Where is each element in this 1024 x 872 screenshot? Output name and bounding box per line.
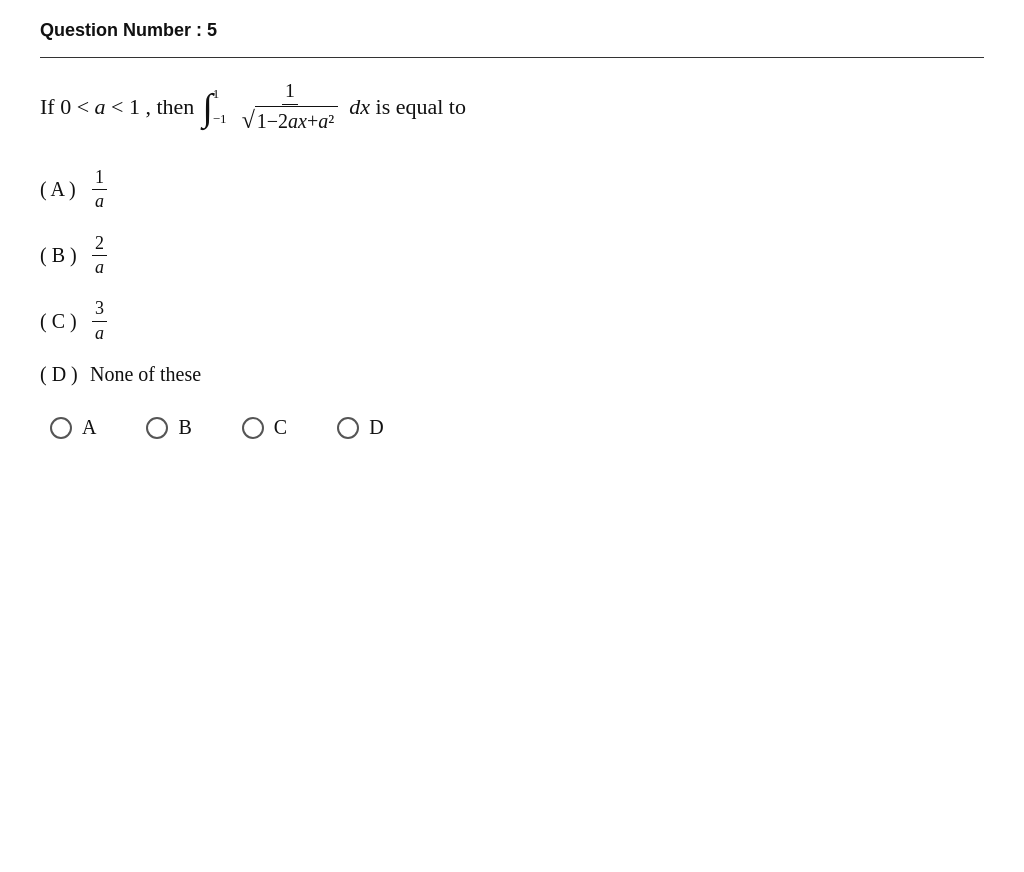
integrand-denominator: √ 1−2ax+a² xyxy=(239,105,342,136)
radio-label-a: A xyxy=(82,416,96,439)
integrand-numerator: 1 xyxy=(282,78,298,105)
radio-label-d: D xyxy=(369,416,383,439)
integral-symbol: ∫ xyxy=(202,88,212,126)
radio-circle-c[interactable] xyxy=(242,417,264,439)
option-a: ( A ) 1 a xyxy=(40,166,984,214)
option-a-value: 1 a xyxy=(90,166,109,214)
integral-upper: 1 xyxy=(213,84,220,105)
sqrt-radicand: 1−2ax+a² xyxy=(255,106,338,135)
radio-option-b[interactable]: B xyxy=(146,416,191,439)
question-text-before: If 0 < a < 1 , then xyxy=(40,89,194,124)
radio-label-c: C xyxy=(274,416,287,439)
radio-circle-a[interactable] xyxy=(50,417,72,439)
option-d: ( D ) None of these xyxy=(40,363,984,386)
radio-circle-b[interactable] xyxy=(146,417,168,439)
header-divider xyxy=(40,57,984,58)
option-c-denominator: a xyxy=(92,322,107,345)
question-header: Question Number : 5 xyxy=(40,20,984,58)
integrand-fraction: 1 √ 1−2ax+a² xyxy=(239,78,342,136)
option-d-label: ( D ) xyxy=(40,363,80,386)
integral-lower: −1 xyxy=(213,109,227,130)
question-title: Question Number : 5 xyxy=(40,20,984,49)
sqrt-symbol: √ xyxy=(242,105,255,136)
option-c-label: ( C ) xyxy=(40,310,80,333)
option-b-numerator: 2 xyxy=(92,232,107,256)
integral-limits: 1 −1 xyxy=(213,84,227,130)
radio-option-a[interactable]: A xyxy=(50,416,96,439)
options-list: ( A ) 1 a ( B ) 2 a ( C ) 3 a ( D ) xyxy=(40,166,984,386)
option-d-value: None of these xyxy=(90,363,201,386)
option-a-denominator: a xyxy=(92,190,107,213)
question-text-after: dx is equal to xyxy=(349,89,466,124)
question-body: If 0 < a < 1 , then ∫ 1 −1 1 √ 1−2ax+a² … xyxy=(40,78,984,136)
radio-circle-d[interactable] xyxy=(337,417,359,439)
radio-group: A B C D xyxy=(50,416,984,439)
option-b-value: 2 a xyxy=(90,232,109,280)
radio-option-d[interactable]: D xyxy=(337,416,383,439)
option-c-value: 3 a xyxy=(90,297,109,345)
option-a-numerator: 1 xyxy=(92,166,107,190)
sqrt-expression: √ 1−2ax+a² xyxy=(242,105,339,136)
option-a-label: ( A ) xyxy=(40,178,80,201)
option-c: ( C ) 3 a xyxy=(40,297,984,345)
option-b-label: ( B ) xyxy=(40,244,80,267)
option-c-numerator: 3 xyxy=(92,297,107,321)
option-b-denominator: a xyxy=(92,256,107,279)
radio-label-b: B xyxy=(178,416,191,439)
integral-expression: ∫ 1 −1 xyxy=(200,84,230,130)
radio-option-c[interactable]: C xyxy=(242,416,287,439)
option-b: ( B ) 2 a xyxy=(40,232,984,280)
